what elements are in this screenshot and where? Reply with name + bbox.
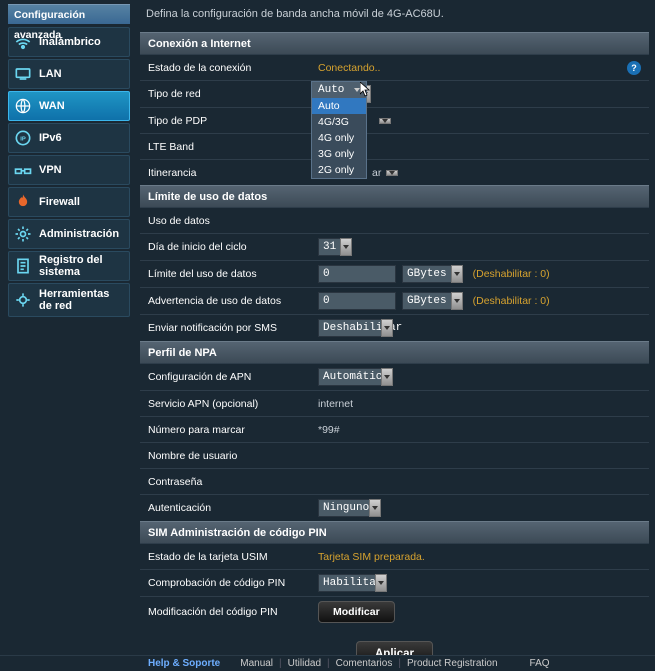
- auth-select[interactable]: Ninguno: [318, 499, 381, 517]
- sidebar-item-ipv6[interactable]: IP IPv6: [8, 123, 130, 153]
- sidebar: Configuración avanzada Inalámbrico LAN W…: [0, 0, 134, 671]
- nettype-label: Tipo de red: [140, 83, 312, 105]
- chevron-down-icon[interactable]: [381, 319, 393, 337]
- lteband-label: LTE Band: [140, 136, 312, 158]
- chevron-down-icon[interactable]: [381, 368, 393, 386]
- roam-select[interactable]: [387, 170, 398, 176]
- password-label: Contraseña: [140, 471, 312, 493]
- gear-icon: [13, 224, 33, 244]
- dropdown-option[interactable]: 4G only: [312, 130, 366, 146]
- chevron-down-icon[interactable]: [386, 170, 398, 176]
- sidebar-item-label: Registro del sistema: [39, 254, 125, 278]
- dropdown-option[interactable]: 2G only: [312, 162, 366, 178]
- chevron-down-icon[interactable]: [369, 499, 381, 517]
- sidebar-item-label: WAN: [39, 100, 125, 112]
- pin-modify-label: Modificación del código PIN: [140, 601, 312, 623]
- pdp-select[interactable]: [380, 118, 391, 124]
- ipv6-icon: IP: [13, 128, 33, 148]
- section-data-limit: Límite de uso de datos: [140, 185, 649, 207]
- data-warn-label: Advertencia de uso de datos: [140, 290, 312, 312]
- roam-label: Itinerancia: [140, 162, 312, 184]
- sidebar-item-label: Firewall: [39, 196, 125, 208]
- sidebar-item-firewall[interactable]: Firewall: [8, 187, 130, 217]
- sidebar-item-label: Herramientas de red: [39, 288, 125, 312]
- cycle-startday-label: Día de inicio del ciclo: [140, 236, 312, 258]
- nettype-dropdown[interactable]: Auto Auto 4G/3G 4G only 3G only 2G only: [311, 81, 367, 179]
- modify-button[interactable]: Modificar: [318, 601, 395, 623]
- sidebar-item-vpn[interactable]: VPN: [8, 155, 130, 185]
- pin-check-select[interactable]: Habilitar: [318, 574, 387, 592]
- data-limit-input[interactable]: [318, 265, 396, 283]
- sidebar-item-wireless[interactable]: Inalámbrico: [8, 27, 130, 57]
- sidebar-item-label: Inalámbrico: [39, 36, 125, 48]
- dropdown-option[interactable]: 3G only: [312, 146, 366, 162]
- footer-help[interactable]: Help & Soporte: [148, 658, 220, 669]
- sidebar-item-wan[interactable]: WAN: [8, 91, 130, 121]
- sidebar-item-label: IPv6: [39, 132, 125, 144]
- lan-icon: [13, 64, 33, 84]
- main-panel: Defina la configuración de banda ancha m…: [134, 0, 655, 671]
- sidebar-item-nettools[interactable]: Herramientas de red: [8, 283, 130, 317]
- usim-status-value: Tarjeta SIM preparada.: [318, 551, 425, 563]
- footer-comments[interactable]: Comentarios: [336, 658, 393, 669]
- sidebar-item-label: LAN: [39, 68, 125, 80]
- username-label: Nombre de usuario: [140, 445, 312, 467]
- chevron-down-icon[interactable]: [379, 118, 391, 124]
- auth-label: Autenticación: [140, 497, 312, 519]
- sidebar-item-label: Administración: [39, 228, 125, 240]
- data-limit-unit-select[interactable]: GBytes: [402, 265, 463, 283]
- chevron-down-icon[interactable]: [375, 574, 387, 592]
- chevron-down-icon[interactable]: [451, 265, 463, 283]
- dial-number-label: Número para marcar: [140, 419, 312, 441]
- globe-icon: [13, 96, 33, 116]
- itin-text: ar: [372, 167, 381, 179]
- data-warn-input[interactable]: [318, 292, 396, 310]
- data-warn-unit-select[interactable]: GBytes: [402, 292, 463, 310]
- vpn-icon: [13, 160, 33, 180]
- wifi-icon: [13, 32, 33, 52]
- footer: Help & Soporte Manual| Utilidad| Comenta…: [0, 655, 655, 671]
- apn-service-label: Servicio APN (opcional): [140, 393, 312, 415]
- sidebar-item-admin[interactable]: Administración: [8, 219, 130, 249]
- apn-config-label: Configuración de APN: [140, 366, 312, 388]
- pin-check-label: Comprobación de código PIN: [140, 572, 312, 594]
- conn-status-label: Estado de la conexión: [140, 57, 312, 79]
- chevron-down-icon[interactable]: [340, 238, 352, 256]
- firewall-icon: [13, 192, 33, 212]
- sidebar-item-lan[interactable]: LAN: [8, 59, 130, 89]
- sidebar-item-label: VPN: [39, 164, 125, 176]
- data-usage-label: Uso de datos: [140, 210, 312, 232]
- dropdown-option[interactable]: Auto: [312, 98, 366, 114]
- section-connection: Conexión a Internet: [140, 32, 649, 54]
- sms-notify-label: Enviar notificación por SMS: [140, 317, 312, 339]
- pdp-label: Tipo de PDP: [140, 110, 312, 132]
- svg-text:IP: IP: [20, 137, 26, 143]
- document-icon: [13, 256, 33, 276]
- data-limit-note: (Deshabilitar : 0): [473, 268, 550, 280]
- cycle-startday-select[interactable]: 31: [318, 238, 352, 256]
- apn-service-value: internet: [318, 398, 353, 410]
- footer-manual[interactable]: Manual: [240, 658, 273, 669]
- footer-product-reg[interactable]: Product Registration: [407, 658, 498, 669]
- usim-status-label: Estado de la tarjeta USIM: [140, 546, 312, 568]
- footer-utility[interactable]: Utilidad: [288, 658, 321, 669]
- sidebar-item-syslog[interactable]: Registro del sistema: [8, 251, 130, 281]
- page-subtitle: Defina la configuración de banda ancha m…: [140, 0, 649, 32]
- data-limit-label: Límite del uso de datos: [140, 263, 312, 285]
- tools-icon: [13, 290, 33, 310]
- cursor-icon: [360, 82, 372, 98]
- data-warn-note: (Deshabilitar : 0): [473, 295, 550, 307]
- section-npa: Perfil de NPA: [140, 341, 649, 363]
- dropdown-option[interactable]: 4G/3G: [312, 114, 366, 130]
- sidebar-header: Configuración avanzada: [8, 4, 130, 24]
- section-sim-pin: SIM Administración de código PIN: [140, 521, 649, 543]
- apn-config-select[interactable]: Automático: [318, 368, 393, 386]
- nettype-dropdown-value[interactable]: Auto: [312, 82, 366, 98]
- dial-number-value: *99#: [318, 424, 340, 436]
- chevron-down-icon[interactable]: [451, 292, 463, 310]
- conn-status-value: Conectando..: [318, 62, 380, 74]
- help-icon[interactable]: ?: [627, 61, 641, 75]
- sms-notify-select[interactable]: Deshabilitar: [318, 319, 393, 337]
- footer-faq[interactable]: FAQ: [530, 658, 550, 669]
